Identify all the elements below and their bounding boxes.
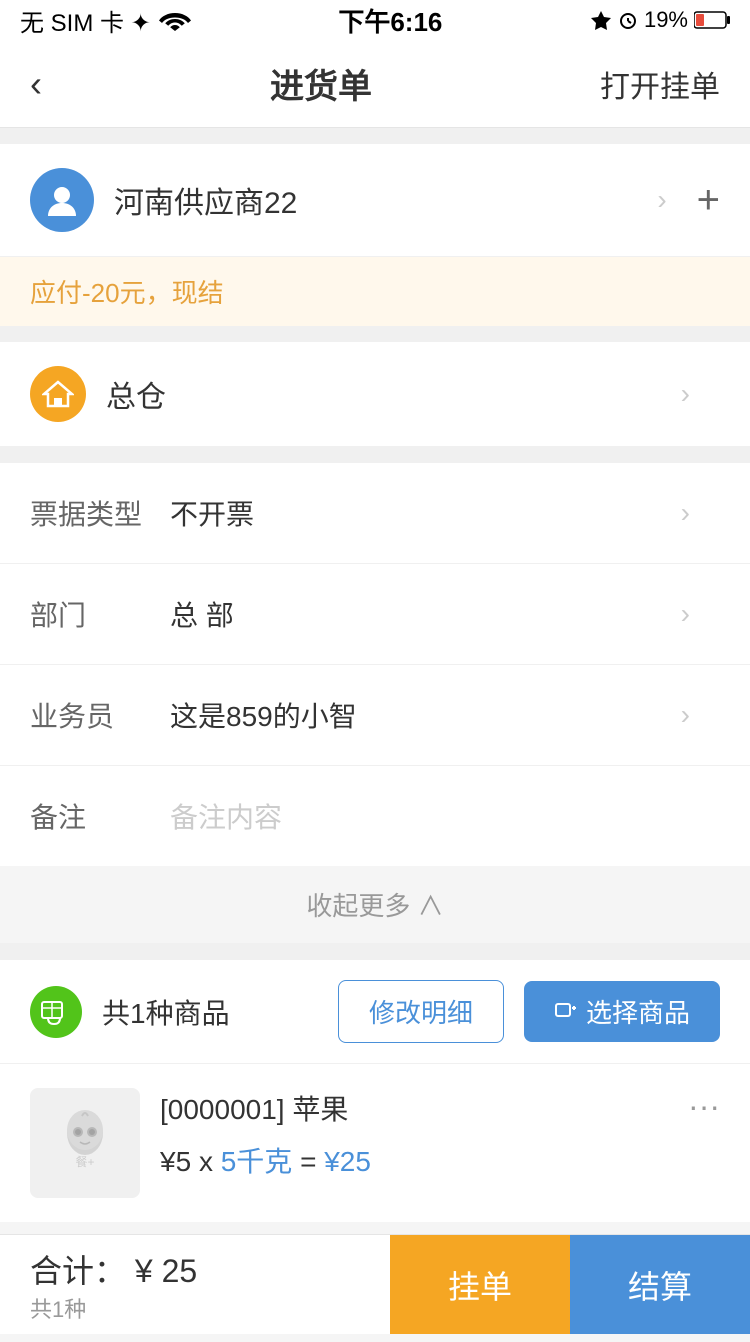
home-icon xyxy=(42,380,74,408)
collapse-row[interactable]: 收起更多 ∧ xyxy=(0,866,750,943)
total-label: 合计： xyxy=(30,1253,126,1289)
quantity: 5千克 xyxy=(221,1146,293,1177)
user-icon xyxy=(44,182,80,218)
salesman-value: 这是859的小智 xyxy=(150,695,681,735)
status-time: 下午6:16 xyxy=(338,2,442,39)
back-button[interactable]: ‹ xyxy=(30,63,42,105)
checkout-button[interactable]: 结算 xyxy=(570,1235,750,1334)
status-bar: 无 SIM 卡 ✦ 下午6:16 19% xyxy=(0,0,750,40)
products-count: 共1种商品 xyxy=(102,992,318,1032)
product-image-placeholder: 餐+ xyxy=(50,1108,120,1178)
location-icon xyxy=(590,9,612,31)
warehouse-icon xyxy=(30,366,86,422)
multiply-sign: x xyxy=(199,1146,221,1177)
salesman-chevron-icon: › xyxy=(681,699,690,731)
total-amount: 合计： ¥ 25 xyxy=(30,1246,360,1292)
hang-button[interactable]: 挂单 xyxy=(390,1235,570,1334)
products-section: 共1种商品 修改明细 选择商品 餐+ xyxy=(0,959,750,1222)
invoice-chevron-icon: › xyxy=(681,497,690,529)
sim-status: 无 SIM 卡 ✦ xyxy=(20,3,151,38)
cart-add-icon xyxy=(554,1000,578,1024)
product-code: [0000001] xyxy=(160,1094,285,1125)
unit-price: ¥5 xyxy=(160,1146,191,1177)
notice-bar: 应付-20元，现结 xyxy=(0,257,750,326)
divider-1 xyxy=(0,326,750,342)
product-item: 餐+ [0000001] 苹果 ¥5 x 5千克 = ¥25 ··· xyxy=(0,1063,750,1222)
page-title: 进货单 xyxy=(270,59,372,108)
products-icon xyxy=(30,986,82,1038)
product-more-button[interactable]: ··· xyxy=(688,1088,720,1125)
invoice-value: 不开票 xyxy=(150,493,681,533)
remark-row[interactable]: 备注 备注内容 xyxy=(0,765,750,866)
department-value: 总 部 xyxy=(150,594,681,634)
open-hang-button[interactable]: 打开挂单 xyxy=(600,62,720,106)
total-section: 合计： ¥ 25 共1种 xyxy=(0,1235,390,1334)
supplier-name: 河南供应商22 xyxy=(114,178,657,222)
cart-icon xyxy=(40,998,72,1026)
status-left: 无 SIM 卡 ✦ xyxy=(20,3,191,38)
salesman-row[interactable]: 业务员 这是859的小智 › xyxy=(0,664,750,765)
department-chevron-icon: › xyxy=(681,598,690,630)
remark-value[interactable]: 备注内容 xyxy=(150,796,720,836)
svg-text:餐+: 餐+ xyxy=(75,1154,94,1169)
supplier-chevron-icon: › xyxy=(657,184,666,216)
form-section: 票据类型 不开票 › 部门 总 部 › 业务员 这是859的小智 › 备注 备注… xyxy=(0,462,750,943)
bottom-bar: 合计： ¥ 25 共1种 挂单 结算 xyxy=(0,1234,750,1334)
product-info: [0000001] 苹果 ¥5 x 5千克 = ¥25 xyxy=(160,1088,668,1180)
department-row[interactable]: 部门 总 部 › xyxy=(0,563,750,664)
invoice-label: 票据类型 xyxy=(30,493,150,533)
product-price: ¥5 x 5千克 = ¥25 xyxy=(160,1140,668,1180)
collapse-label: 收起更多 ∧ xyxy=(306,886,443,923)
alarm-icon xyxy=(618,10,638,30)
supplier-row[interactable]: 河南供应商22 › + xyxy=(0,144,750,257)
product-thumbnail: 餐+ xyxy=(30,1088,140,1198)
battery-icon xyxy=(694,11,730,29)
supplier-avatar xyxy=(30,168,94,232)
product-name: [0000001] 苹果 xyxy=(160,1088,668,1128)
products-header: 共1种商品 修改明细 选择商品 xyxy=(0,959,750,1063)
invoice-type-row[interactable]: 票据类型 不开票 › xyxy=(0,462,750,563)
salesman-label: 业务员 xyxy=(30,695,150,735)
select-product-label: 选择商品 xyxy=(586,993,690,1030)
warehouse-name: 总仓 xyxy=(106,372,681,416)
status-right: 19% xyxy=(590,7,730,33)
battery-text: 19% xyxy=(644,7,688,33)
total-value: ¥ 25 xyxy=(135,1253,197,1289)
edit-detail-button[interactable]: 修改明细 xyxy=(338,980,504,1043)
divider-2 xyxy=(0,446,750,462)
department-label: 部门 xyxy=(30,594,150,634)
warehouse-chevron-icon: › xyxy=(681,378,690,410)
warehouse-row[interactable]: 总仓 › xyxy=(0,342,750,446)
divider-3 xyxy=(0,943,750,959)
line-total: ¥25 xyxy=(324,1146,371,1177)
equals-sign: = xyxy=(300,1146,324,1177)
top-divider xyxy=(0,128,750,144)
total-sub: 共1种 xyxy=(30,1292,360,1324)
wifi-icon xyxy=(159,9,191,31)
supplier-section: 河南供应商22 › + 应付-20元，现结 xyxy=(0,144,750,326)
nav-bar: ‹ 进货单 打开挂单 xyxy=(0,40,750,128)
product-title-name: 苹果 xyxy=(292,1094,348,1125)
select-product-button[interactable]: 选择商品 xyxy=(524,981,720,1042)
warehouse-section: 总仓 › xyxy=(0,342,750,446)
add-supplier-button[interactable]: + xyxy=(697,180,720,220)
remark-label: 备注 xyxy=(30,796,150,836)
